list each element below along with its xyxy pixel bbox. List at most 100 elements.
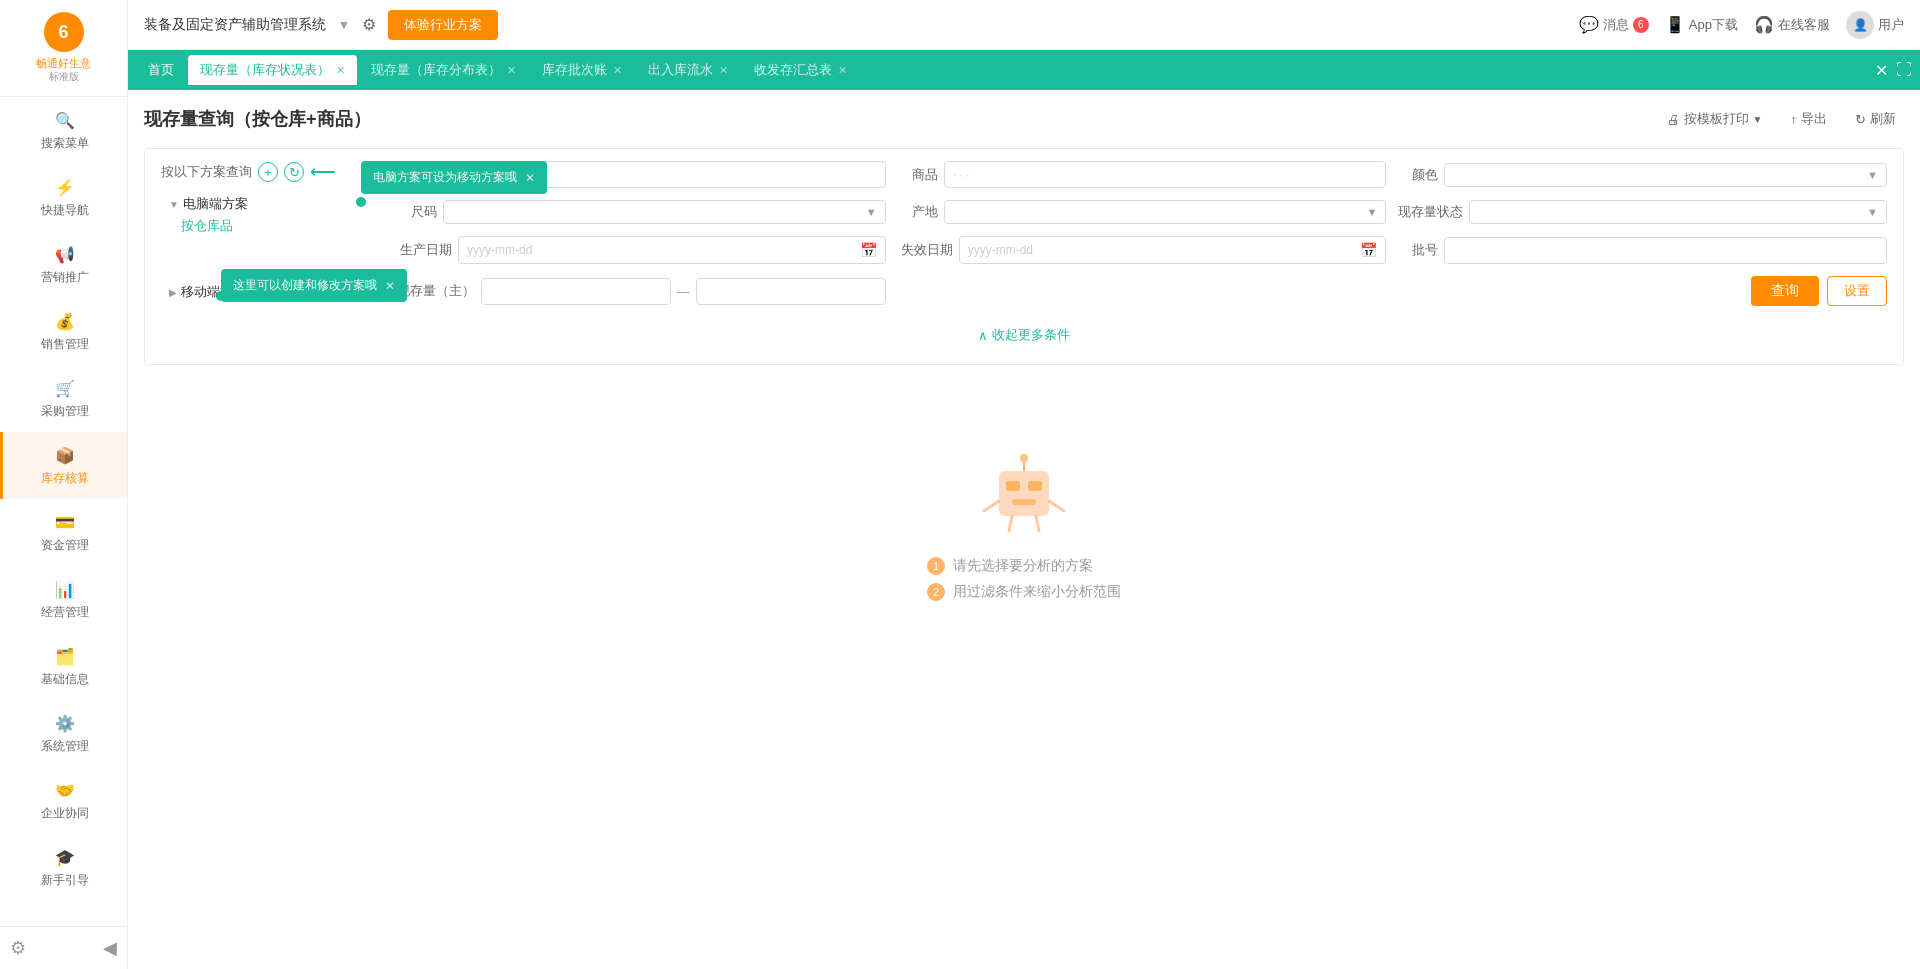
tab-close-icon[interactable]: ✕: [719, 64, 728, 77]
online-service-item[interactable]: 🎧 在线客服: [1754, 15, 1830, 34]
add-scheme-btn[interactable]: +: [258, 162, 278, 182]
sidebar-bottom: ⚙ ◀: [0, 926, 127, 969]
desktop-scheme-label: 电脑端方案: [183, 195, 248, 213]
filter-actions: 查询 设置: [1398, 276, 1887, 306]
size-select[interactable]: ▼: [443, 200, 886, 224]
system-icon: ⚙️: [54, 712, 76, 734]
message-badge: 6: [1633, 17, 1649, 33]
expiry-date-input[interactable]: yyyy-mm-dd 📅: [959, 236, 1387, 264]
empty-illustration: [974, 441, 1074, 541]
tab-label: 库存批次账: [542, 61, 607, 79]
back-arrow-icon[interactable]: ⟵: [310, 161, 336, 183]
enterprise-icon: 🤝: [54, 779, 76, 801]
sidebar-item-label: 营销推广: [41, 269, 89, 286]
print-label: 按模板打印: [1684, 110, 1749, 128]
page-header: 现存量查询（按仓库+商品） 🖨 按模板打印 ▼ ↑ 导出 ↻ 刷新: [144, 106, 1904, 132]
refresh-button[interactable]: ↻ 刷新: [1847, 106, 1904, 132]
stock-min-input[interactable]: [481, 278, 671, 305]
tab-close-icon[interactable]: ✕: [613, 64, 622, 77]
print-button[interactable]: 🖨 按模板打印 ▼: [1659, 106, 1771, 132]
export-button[interactable]: ↑ 导出: [1783, 106, 1836, 132]
collapse-sidebar-icon[interactable]: ◀: [103, 937, 117, 959]
tooltip-close-1[interactable]: ✕: [525, 171, 535, 185]
refresh-scheme-btn[interactable]: ↻: [284, 162, 304, 182]
batch-input[interactable]: [1444, 237, 1887, 264]
sidebar-item-purchase[interactable]: 🛒 采购管理: [0, 365, 127, 432]
scheme-panel: 按以下方案查询 + ↻ ⟵ ▼ 电脑端方案 按仓库: [161, 161, 381, 306]
sidebar: 6 畅通好生意 标准版 🔍 搜索菜单 ⚡ 快捷导航 📢 营销推广 💰 销售管理 …: [0, 0, 128, 969]
tab-batch[interactable]: 库存批次账 ✕: [530, 55, 634, 85]
collapse-icon: ∧: [978, 328, 988, 343]
tab-inventory-status[interactable]: 现存量（库存状况表） ✕: [188, 55, 357, 85]
sidebar-item-quick-nav[interactable]: ⚡ 快捷导航: [0, 164, 127, 231]
message-label: 消息: [1603, 16, 1629, 34]
sidebar-item-label: 新手引导: [41, 872, 89, 889]
product-field: 商品 ···: [898, 161, 1387, 188]
content: 现存量查询（按仓库+商品） 🖨 按模板打印 ▼ ↑ 导出 ↻ 刷新: [128, 90, 1920, 969]
stock-max-input[interactable]: [696, 278, 886, 305]
calendar-icon-2[interactable]: 📅: [1360, 242, 1377, 258]
sidebar-item-enterprise[interactable]: 🤝 企业协同: [0, 767, 127, 834]
sidebar-item-guide[interactable]: 🎓 新手引导: [0, 834, 127, 901]
tab-home-label: 首页: [148, 62, 174, 77]
online-service-label: 在线客服: [1778, 16, 1830, 34]
tab-home[interactable]: 首页: [136, 55, 186, 85]
sidebar-item-search[interactable]: 🔍 搜索菜单: [0, 97, 127, 164]
origin-select[interactable]: ▼: [944, 200, 1387, 224]
sidebar-nav: 🔍 搜索菜单 ⚡ 快捷导航 📢 营销推广 💰 销售管理 🛒 采购管理 📦 库存核…: [0, 97, 127, 926]
marketing-icon: 📢: [54, 243, 76, 265]
sidebar-item-base[interactable]: 🗂️ 基础信息: [0, 633, 127, 700]
sidebar-item-finance[interactable]: 💳 资金管理: [0, 499, 127, 566]
tab-inventory-dist[interactable]: 现存量（库存分布表） ✕: [359, 55, 528, 85]
main-area: 装备及固定资产辅助管理系统 ▼ ⚙ 体验行业方案 💬 消息 6 📱 App下载 …: [128, 0, 1920, 969]
sidebar-item-inventory[interactable]: 📦 库存核算: [0, 432, 127, 499]
tab-receivable[interactable]: 收发存汇总表 ✕: [742, 55, 859, 85]
svg-line-7: [1049, 501, 1064, 511]
settings-icon[interactable]: ⚙: [10, 937, 26, 959]
tab-close-icon[interactable]: ✕: [507, 64, 516, 77]
message-icon: 💬: [1579, 15, 1599, 34]
sidebar-item-sales[interactable]: 💰 销售管理: [0, 298, 127, 365]
system-name-arrow: ▼: [338, 18, 350, 32]
origin-field: 产地 ▼: [898, 200, 1387, 224]
tab-inout[interactable]: 出入库流水 ✕: [636, 55, 740, 85]
stock-status-select[interactable]: ▼: [1469, 200, 1887, 224]
tab-close-all-icon[interactable]: ✕: [1875, 61, 1888, 80]
expiry-date-field: 失效日期 yyyy-mm-dd 📅: [898, 236, 1387, 264]
sidebar-item-label: 企业协同: [41, 805, 89, 822]
tab-close-icon[interactable]: ✕: [838, 64, 847, 77]
calendar-icon-1[interactable]: 📅: [860, 242, 877, 258]
user-item[interactable]: 👤 用户: [1846, 11, 1904, 39]
phone-icon: 📱: [1665, 15, 1685, 34]
empty-tip-2: 2 用过滤条件来缩小分析范围: [927, 583, 1121, 601]
tooltip-close-2[interactable]: ✕: [385, 279, 395, 293]
sidebar-item-marketing[interactable]: 📢 营销推广: [0, 231, 127, 298]
expiry-date-label: 失效日期: [898, 241, 953, 259]
query-button[interactable]: 查询: [1751, 276, 1819, 306]
desktop-expand-icon: ▼: [169, 199, 179, 210]
sidebar-item-operations[interactable]: 📊 经营管理: [0, 566, 127, 633]
product-input[interactable]: ···: [944, 161, 1387, 188]
message-item[interactable]: 💬 消息 6: [1579, 15, 1649, 34]
reset-button[interactable]: 设置: [1827, 276, 1887, 306]
stock-status-label: 现存量状态: [1398, 203, 1463, 221]
desktop-scheme-sub[interactable]: 按仓库品: [161, 217, 381, 239]
filter-label: 按以下方案查询: [161, 163, 252, 181]
tab-close-icon[interactable]: ✕: [336, 64, 345, 77]
production-date-input[interactable]: yyyy-mm-dd 📅: [458, 236, 886, 264]
origin-arrow: ▼: [1366, 206, 1377, 218]
collapse-row[interactable]: ∧ 收起更多条件: [161, 318, 1887, 352]
settings-gear-icon[interactable]: ⚙: [362, 15, 376, 34]
trial-button[interactable]: 体验行业方案: [388, 10, 498, 40]
sidebar-item-system[interactable]: ⚙️ 系统管理: [0, 700, 127, 767]
desktop-scheme-item[interactable]: ▼ 电脑端方案: [161, 191, 381, 217]
color-select[interactable]: ▼: [1444, 163, 1887, 187]
app-download-item[interactable]: 📱 App下载: [1665, 15, 1738, 34]
print-icon: 🖨: [1667, 112, 1680, 127]
sidebar-item-label: 搜索菜单: [41, 135, 89, 152]
app-download-label: App下载: [1689, 16, 1738, 34]
size-label: 尺码: [397, 203, 437, 221]
tooltip-desktop: 电脑方案可设为移动方案哦 ✕: [361, 161, 547, 194]
production-date-field: 生产日期 yyyy-mm-dd 📅: [397, 236, 886, 264]
tab-expand-icon[interactable]: ⛶: [1896, 61, 1912, 79]
